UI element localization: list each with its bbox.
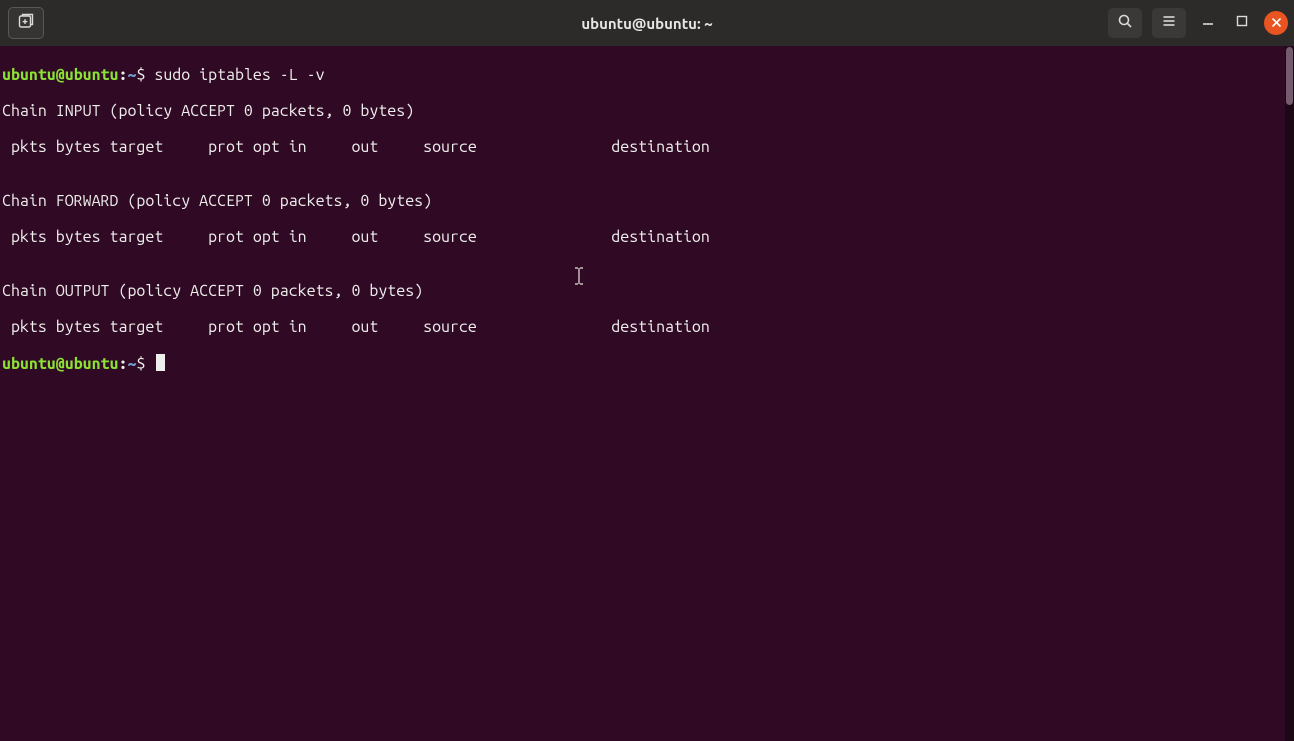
minimize-icon [1201,14,1215,32]
titlebar: ubuntu@ubuntu: ~ [0,0,1294,46]
menu-button[interactable] [1152,8,1186,38]
prompt-at: @ [56,355,65,373]
close-button[interactable] [1264,11,1288,35]
prompt-symbol: $ [136,66,154,84]
terminal-viewport[interactable]: ubuntu@ubuntu:~$ sudo iptables -L -v Cha… [0,46,1294,741]
scrollbar-track[interactable] [1285,47,1294,741]
titlebar-left [0,7,44,39]
output-line: Chain OUTPUT (policy ACCEPT 0 packets, 0… [2,282,1292,300]
maximize-icon [1235,14,1249,32]
titlebar-right [1108,0,1288,46]
scrollbar-thumb[interactable] [1286,47,1293,105]
output-line: Chain INPUT (policy ACCEPT 0 packets, 0 … [2,102,1292,120]
window-title: ubuntu@ubuntu: ~ [0,15,1294,32]
new-tab-button[interactable] [8,7,44,39]
prompt-host: ubuntu [65,66,119,84]
prompt-symbol: $ [136,355,154,373]
prompt-line-1: ubuntu@ubuntu:~$ sudo iptables -L -v [2,66,1292,84]
output-line: pkts bytes target prot opt in out source… [2,318,1292,336]
output-line: pkts bytes target prot opt in out source… [2,138,1292,156]
search-icon [1117,13,1133,33]
prompt-user: ubuntu [2,66,56,84]
mouse-ibeam-cursor [520,249,530,267]
terminal-window: ubuntu@ubuntu: ~ [0,0,1294,741]
command-text: sudo iptables -L -v [154,66,324,84]
maximize-button[interactable] [1230,11,1254,35]
text-cursor [156,354,165,371]
minimize-button[interactable] [1196,11,1220,35]
close-icon [1271,14,1282,32]
prompt-user: ubuntu [2,355,56,373]
output-line: pkts bytes target prot opt in out source… [2,228,1292,246]
prompt-line-2: ubuntu@ubuntu:~$ [2,354,1292,373]
hamburger-icon [1161,13,1177,33]
new-tab-icon [18,13,34,33]
search-button[interactable] [1108,8,1142,38]
prompt-host: ubuntu [65,355,119,373]
prompt-at: @ [56,66,65,84]
output-line: Chain FORWARD (policy ACCEPT 0 packets, … [2,192,1292,210]
